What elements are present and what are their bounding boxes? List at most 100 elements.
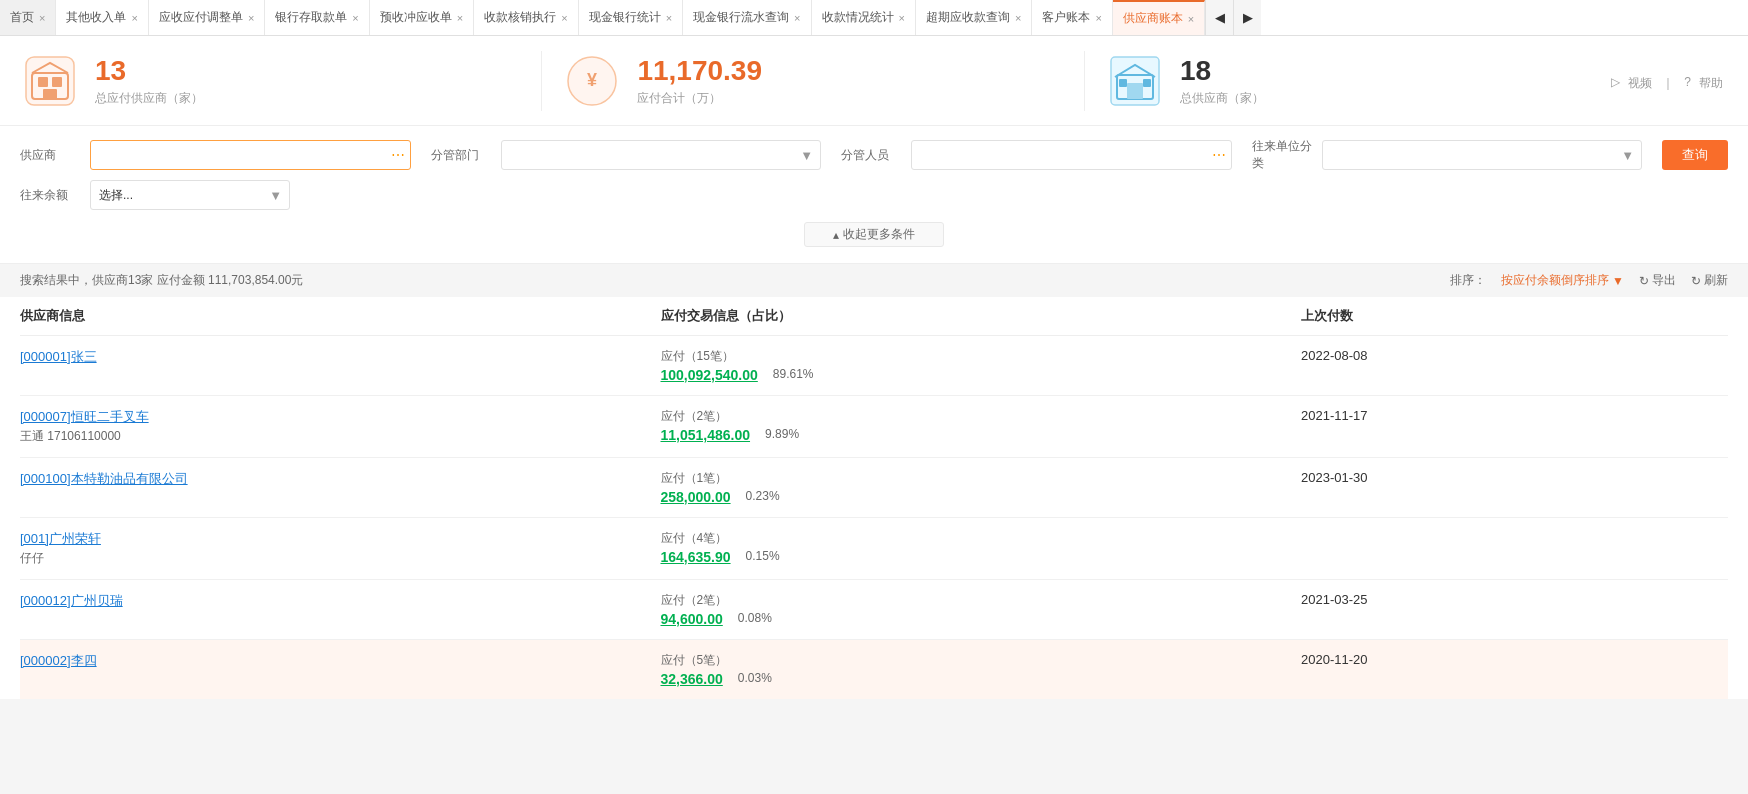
- sort-select[interactable]: 按应付余额倒序排序 ▼: [1501, 272, 1624, 289]
- stat-divider-2: [1084, 51, 1085, 111]
- refresh-button[interactable]: ↻ 刷新: [1691, 272, 1728, 289]
- col-last-payment: 上次付数: [1301, 307, 1728, 325]
- nav-prev-arrow[interactable]: ◀: [1205, 0, 1233, 36]
- result-actions: 排序： 按应付余额倒序排序 ▼ ↻ 导出 ↻ 刷新: [1450, 272, 1728, 289]
- close-icon[interactable]: ×: [352, 12, 358, 24]
- nav-tab-customer-ledger[interactable]: 客户账本 ×: [1032, 0, 1112, 36]
- video-icon: ▷: [1611, 75, 1620, 89]
- unit-select[interactable]: [1322, 140, 1643, 170]
- nav-tab-other-income[interactable]: 其他收入单 ×: [56, 0, 148, 36]
- nav-tab-supplier-ledger[interactable]: 供应商账本 ×: [1113, 0, 1205, 36]
- payment-date: 2021-03-25: [1301, 592, 1368, 607]
- nav-tab-home[interactable]: 首页 ×: [0, 0, 56, 36]
- trade-pct: 9.89%: [765, 427, 799, 441]
- trade-amount[interactable]: 32,366.00: [661, 671, 723, 687]
- supplier-filter: 供应商 ⋯: [20, 140, 411, 170]
- sort-chevron-icon: ▼: [1612, 274, 1624, 288]
- last-payment: 2021-03-25: [1301, 592, 1728, 607]
- dept-select-wrapper: ▼: [501, 140, 822, 170]
- help-link[interactable]: 帮助: [1699, 75, 1723, 92]
- trade-amount[interactable]: 164,635.90: [661, 549, 731, 565]
- dept-select[interactable]: [501, 140, 822, 170]
- nav-tab-prepay[interactable]: 预收冲应收单 ×: [370, 0, 474, 36]
- supplier-link[interactable]: [000007]恒旺二手叉车: [20, 408, 661, 426]
- video-link[interactable]: 视频: [1628, 75, 1652, 92]
- trade-row: 32,366.00 0.03%: [661, 669, 1302, 687]
- supplier-info: [000100]本特勒油品有限公司: [20, 470, 661, 488]
- close-icon[interactable]: ×: [899, 12, 905, 24]
- close-icon[interactable]: ×: [131, 12, 137, 24]
- close-icon[interactable]: ×: [1188, 13, 1194, 25]
- table-row: [001]广州荣轩 仔仔 应付（4笔） 164,635.90 0.15%: [20, 518, 1728, 580]
- svg-rect-3: [52, 77, 62, 87]
- query-button[interactable]: 查询: [1662, 140, 1728, 170]
- trade-row: 164,635.90 0.15%: [661, 547, 1302, 565]
- payment-date: 2022-08-08: [1301, 348, 1368, 363]
- filter-row-1: 供应商 ⋯ 分管部门 ▼ 分管人员 ⋯ 往来单位: [20, 138, 1728, 172]
- payable-suppliers-label: 总应付供应商（家）: [95, 90, 203, 107]
- trade-pct: 0.08%: [738, 611, 772, 625]
- supplier-input-wrapper: ⋯: [90, 140, 411, 170]
- svg-rect-11: [1143, 79, 1151, 87]
- person-dots-icon[interactable]: ⋯: [1212, 147, 1226, 163]
- nav-tab-bank[interactable]: 银行存取款单 ×: [265, 0, 369, 36]
- collapse-button[interactable]: ▴ 收起更多条件: [804, 222, 944, 247]
- last-payment: 2020-11-20: [1301, 652, 1728, 667]
- close-icon[interactable]: ×: [457, 12, 463, 24]
- dept-filter: 分管部门 ▼: [431, 140, 822, 170]
- payment-date: 2023-01-30: [1301, 470, 1368, 485]
- nav-tab-cash-flow[interactable]: 现金银行流水查询 ×: [683, 0, 811, 36]
- close-icon[interactable]: ×: [248, 12, 254, 24]
- close-icon[interactable]: ×: [561, 12, 567, 24]
- supplier-input[interactable]: [90, 140, 411, 170]
- svg-text:¥: ¥: [587, 70, 597, 90]
- question-icon: ?: [1684, 75, 1691, 89]
- trade-row: 94,600.00 0.08%: [661, 609, 1302, 627]
- supplier-info: [000001]张三: [20, 348, 661, 366]
- nav-tab-receipt-stats[interactable]: 收款情况统计 ×: [812, 0, 916, 36]
- nav-tab-cash-stats[interactable]: 现金银行统计 ×: [579, 0, 683, 36]
- close-icon[interactable]: ×: [1015, 12, 1021, 24]
- payment-date: 2021-11-17: [1301, 408, 1368, 423]
- supplier-dots-icon[interactable]: ⋯: [391, 147, 405, 163]
- person-input-wrapper: ⋯: [911, 140, 1232, 170]
- supplier-info: [000012]广州贝瑞: [20, 592, 661, 610]
- result-bar: 搜索结果中，供应商13家 应付金额 111,703,854.00元 排序： 按应…: [0, 264, 1748, 297]
- trade-info: 应付（1笔） 258,000.00 0.23%: [661, 470, 1302, 505]
- balance-select[interactable]: 选择...: [90, 180, 290, 210]
- svg-rect-9: [1127, 83, 1143, 99]
- trade-amount[interactable]: 11,051,486.00: [661, 427, 751, 443]
- trade-amount[interactable]: 94,600.00: [661, 611, 723, 627]
- supplier-link[interactable]: [000001]张三: [20, 348, 661, 366]
- supplier-info: [000007]恒旺二手叉车 王通 17106110000: [20, 408, 661, 445]
- supplier-link[interactable]: [001]广州荣轩: [20, 530, 661, 548]
- supplier-link[interactable]: [000002]李四: [20, 652, 661, 670]
- close-icon[interactable]: ×: [1095, 12, 1101, 24]
- nav-tab-adjustment[interactable]: 应收应付调整单 ×: [149, 0, 265, 36]
- supplier-link[interactable]: [000100]本特勒油品有限公司: [20, 470, 661, 488]
- supplier-link[interactable]: [000012]广州贝瑞: [20, 592, 661, 610]
- trade-amount[interactable]: 100,092,540.00: [661, 367, 758, 383]
- export-button[interactable]: ↻ 导出: [1639, 272, 1676, 289]
- stats-bar: 13 总应付供应商（家） ¥ 11,170.39 应付合计（万）: [0, 36, 1748, 126]
- supplier-sub: 王通 17106110000: [20, 428, 661, 445]
- close-icon[interactable]: ×: [666, 12, 672, 24]
- trade-amount[interactable]: 258,000.00: [661, 489, 731, 505]
- trade-label: 应付（2笔）: [661, 408, 1302, 425]
- table-row: [000007]恒旺二手叉车 王通 17106110000 应付（2笔） 11,…: [20, 396, 1728, 458]
- person-input[interactable]: [911, 140, 1232, 170]
- close-icon[interactable]: ×: [794, 12, 800, 24]
- balance-select-wrapper: 选择... ▼: [90, 180, 290, 210]
- supplier-info: [001]广州荣轩 仔仔: [20, 530, 661, 567]
- table-row: [000001]张三 应付（15笔） 100,092,540.00 89.61%…: [20, 336, 1728, 396]
- last-payment: 2022-08-08: [1301, 348, 1728, 363]
- nav-tab-overdue[interactable]: 超期应收款查询 ×: [916, 0, 1032, 36]
- close-icon[interactable]: ×: [39, 12, 45, 24]
- result-summary: 搜索结果中，供应商13家 应付金额 111,703,854.00元: [20, 272, 303, 289]
- nav-next-arrow[interactable]: ▶: [1233, 0, 1261, 36]
- total-suppliers-text: 18 总供应商（家）: [1180, 54, 1264, 107]
- trade-info: 应付（4笔） 164,635.90 0.15%: [661, 530, 1302, 565]
- last-payment: 2021-11-17: [1301, 408, 1728, 423]
- svg-rect-10: [1119, 79, 1127, 87]
- nav-tab-collection[interactable]: 收款核销执行 ×: [474, 0, 578, 36]
